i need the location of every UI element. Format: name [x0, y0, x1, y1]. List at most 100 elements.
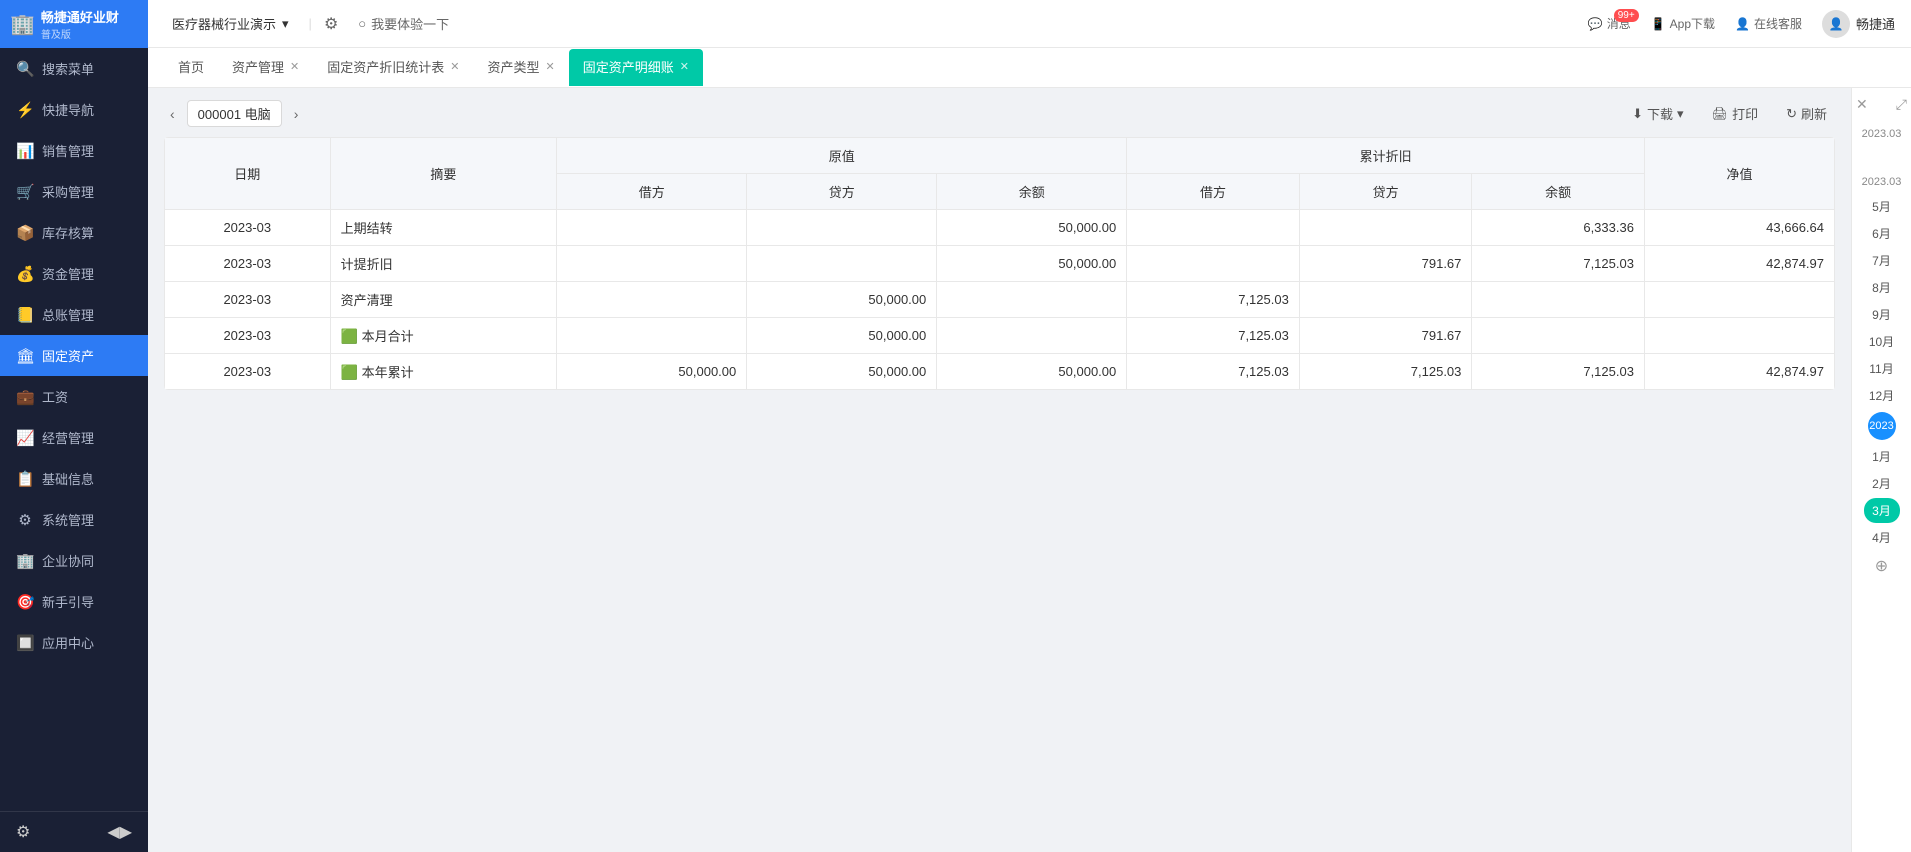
tab-asset-detail[interactable]: 固定资产明细账 ✕	[569, 49, 703, 86]
tab-depreciation-stats[interactable]: 固定资产折旧统计表 ✕	[313, 49, 473, 86]
cell-orig-credit	[747, 246, 937, 282]
sidebar-label-sales: 销售管理	[42, 141, 94, 160]
trial-icon: ○	[358, 16, 366, 31]
company-selector[interactable]: 医疗器械行业演示 ▾	[164, 10, 297, 37]
th-summary: 摘要	[330, 138, 557, 210]
sidebar-item-guide[interactable]: 🎯 新手引导	[0, 581, 148, 622]
sidebar-item-search[interactable]: 🔍 搜索菜单	[0, 48, 148, 89]
tab-depreciation-stats-close[interactable]: ✕	[450, 60, 459, 73]
sidebar-item-fixed-assets[interactable]: 🏛 固定资产	[0, 335, 148, 376]
sidebar-logo: 🏢 畅捷通好业财 普及版	[0, 0, 148, 48]
search-icon: 🔍	[16, 60, 34, 78]
ledger-icon: 📒	[16, 306, 34, 324]
th-dep-debit: 借方	[1127, 174, 1300, 210]
next-arrow[interactable]: ›	[288, 104, 305, 124]
timeline-month[interactable]: 11月	[1864, 356, 1900, 381]
cell-dep-balance: 7,125.03	[1472, 354, 1645, 390]
sidebar-bottom: ⚙ ◀▶	[0, 811, 148, 852]
settings-bottom-icon[interactable]: ⚙	[16, 822, 30, 842]
timeline-month[interactable]: 9月	[1864, 302, 1900, 327]
cell-dep-debit	[1127, 246, 1300, 282]
prev-arrow[interactable]: ‹	[164, 104, 181, 124]
app-download-btn[interactable]: 📱 App下载	[1651, 15, 1715, 32]
timeline-months-before: 5月6月7月8月9月10月11月12月	[1864, 192, 1900, 410]
th-date: 日期	[165, 138, 331, 210]
sidebar-item-inventory[interactable]: 📦 库存核算	[0, 212, 148, 253]
tab-depreciation-stats-label: 固定资产折旧统计表	[327, 57, 444, 76]
sidebar-item-sales[interactable]: 📊 销售管理	[0, 130, 148, 171]
timeline-close-btn[interactable]: ✕	[1856, 96, 1868, 113]
topbar-right: 💬 消息 99+ 📱 App下载 👤 在线客服 👤 畅捷通	[1588, 10, 1895, 38]
timeline-year-badge[interactable]: 2023	[1868, 412, 1896, 440]
timeline-month[interactable]: 7月	[1864, 248, 1900, 273]
sidebar-label-fixed-assets: 固定资产	[42, 346, 94, 365]
cell-dep-debit: 7,125.03	[1127, 282, 1300, 318]
timeline-month[interactable]: 10月	[1864, 329, 1900, 354]
cell-dep-balance: 7,125.03	[1472, 246, 1645, 282]
row-icon: 🟩	[341, 328, 358, 344]
timeline-expand-btn[interactable]: ⤢	[1896, 96, 1907, 113]
cell-summary: 🟩 本年累计	[330, 354, 557, 390]
print-btn[interactable]: 🖨 打印	[1704, 100, 1767, 127]
sidebar-item-system[interactable]: ⚙ 系统管理	[0, 499, 148, 540]
cell-orig-balance: 50,000.00	[937, 210, 1127, 246]
collapse-icon[interactable]: ◀▶	[107, 822, 132, 842]
cell-orig-credit	[747, 210, 937, 246]
content-area: ‹ 000001 电脑 › ⬇ 下载 ▾ 🖨 打印 ↻	[148, 88, 1911, 852]
timeline-month[interactable]: 4月	[1864, 525, 1900, 550]
timeline-month[interactable]: 2月	[1864, 471, 1900, 496]
settings-icon[interactable]: ⚙	[324, 14, 338, 34]
timeline-month[interactable]: 6月	[1864, 221, 1900, 246]
nav-right: ⬇ 下载 ▾ 🖨 打印 ↻ 刷新	[1624, 100, 1835, 127]
tab-home[interactable]: 首页	[164, 49, 218, 86]
cell-dep-debit: 7,125.03	[1127, 354, 1300, 390]
download-btn[interactable]: ⬇ 下载 ▾	[1624, 100, 1691, 127]
cell-orig-credit: 50,000.00	[747, 354, 937, 390]
trial-label: 我要体验一下	[371, 14, 449, 33]
purchase-icon: 🛒	[16, 183, 34, 201]
trial-btn[interactable]: ○ 我要体验一下	[358, 14, 449, 33]
sidebar-item-quick-nav[interactable]: ⚡ 快捷导航	[0, 89, 148, 130]
sidebar-item-funds[interactable]: 💰 资金管理	[0, 253, 148, 294]
sidebar-label-operations: 经营管理	[42, 428, 94, 447]
cell-dep-debit	[1127, 210, 1300, 246]
tab-asset-type-close[interactable]: ✕	[546, 60, 555, 73]
sidebar-label-guide: 新手引导	[42, 592, 94, 611]
tab-asset-management-close[interactable]: ✕	[290, 60, 299, 73]
cell-net-value: 42,874.97	[1644, 246, 1834, 282]
cell-net-value: 43,666.64	[1644, 210, 1834, 246]
customer-service-icon: 👤	[1735, 17, 1750, 31]
cell-orig-debit	[557, 246, 747, 282]
enterprise-icon: 🏢	[16, 552, 34, 570]
refresh-icon: ↻	[1786, 106, 1797, 122]
table-row: 2023-03 🟩 本月合计 50,000.00 7,125.03 791.67	[165, 318, 1835, 354]
timeline-month[interactable]: 12月	[1864, 383, 1900, 408]
user-menu[interactable]: 👤 畅捷通	[1822, 10, 1895, 38]
timeline-month[interactable]: 5月	[1864, 194, 1900, 219]
print-icon: 🖨	[1712, 106, 1729, 122]
asset-tag: 000001 电脑	[187, 100, 282, 127]
timeline-month[interactable]: 3月	[1864, 498, 1900, 523]
sidebar-item-ledger[interactable]: 📒 总账管理	[0, 294, 148, 335]
sidebar-item-basic-info[interactable]: 📋 基础信息	[0, 458, 148, 499]
cell-dep-credit	[1299, 282, 1472, 318]
timeline-month[interactable]: 8月	[1864, 275, 1900, 300]
refresh-btn[interactable]: ↻ 刷新	[1778, 100, 1835, 127]
sidebar-item-app-center[interactable]: 🔲 应用中心	[0, 622, 148, 663]
timeline-scroll-down[interactable]: ⊕	[1875, 556, 1888, 576]
sidebar-item-operations[interactable]: 📈 经营管理	[0, 417, 148, 458]
tab-asset-detail-close[interactable]: ✕	[680, 60, 689, 73]
sidebar-item-payroll[interactable]: 💼 工资	[0, 376, 148, 417]
tab-asset-type[interactable]: 资产类型 ✕	[473, 49, 568, 86]
cell-orig-debit: 50,000.00	[557, 354, 747, 390]
tab-asset-management[interactable]: 资产管理 ✕	[218, 49, 313, 86]
th-orig-balance: 余额	[937, 174, 1127, 210]
sidebar-label-system: 系统管理	[42, 510, 94, 529]
timeline-month[interactable]: 1月	[1864, 444, 1900, 469]
sidebar-item-purchase[interactable]: 🛒 采购管理	[0, 171, 148, 212]
sidebar-item-enterprise[interactable]: 🏢 企业协同	[0, 540, 148, 581]
message-btn[interactable]: 💬 消息 99+	[1588, 15, 1631, 32]
logo-text: 畅捷通好业财	[41, 7, 119, 26]
customer-service-btn[interactable]: 👤 在线客服	[1735, 15, 1802, 32]
cell-date: 2023-03	[165, 354, 331, 390]
